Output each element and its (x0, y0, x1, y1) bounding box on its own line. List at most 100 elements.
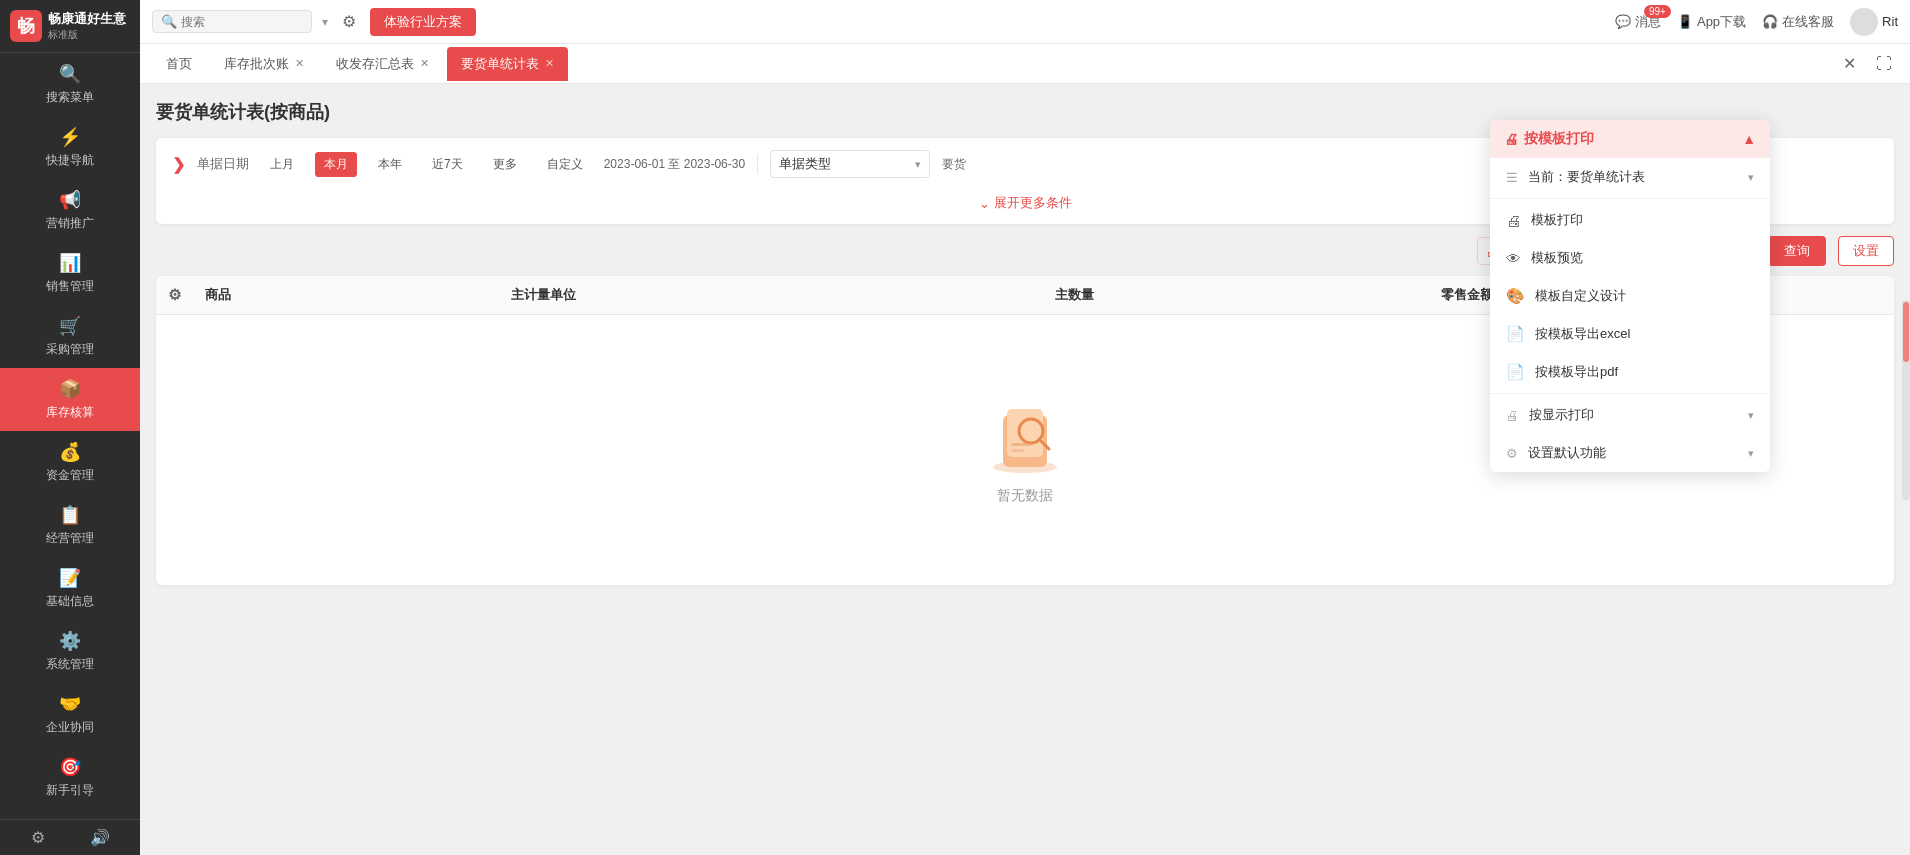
template-export-excel-icon: 📄 (1506, 325, 1525, 343)
basic-icon: 📝 (59, 567, 81, 589)
current-template-item[interactable]: ☰ 当前：要货单统计表 ▾ (1490, 158, 1770, 196)
date-btn-last-7-days[interactable]: 近7天 (423, 152, 472, 177)
date-btn-current-year[interactable]: 本年 (369, 152, 411, 177)
template-preview-item[interactable]: 👁 模板预览 (1490, 239, 1770, 277)
settings-bottom-btn[interactable]: ⚙ (31, 828, 45, 847)
tab-home[interactable]: 首页 (152, 47, 206, 81)
set-default-item[interactable]: ⚙ 设置默认功能 ▾ (1490, 434, 1770, 472)
topbar-right: 💬 消息 99+ 📱 App下载 🎧 在线客服 Rit (1615, 8, 1898, 36)
dropdown-title: 按模板打印 (1524, 130, 1594, 148)
tab-close-order-stats[interactable]: ✕ (545, 57, 554, 70)
dropdown-header-left: 🖨 按模板打印 (1504, 130, 1594, 148)
sidebar-item-operations[interactable]: 📋 经营管理 (0, 494, 140, 557)
right-edge-scrollbar[interactable] (1902, 300, 1910, 500)
sidebar-item-finance[interactable]: 💰 资金管理 (0, 431, 140, 494)
column-settings-icon[interactable]: ⚙ (168, 286, 181, 303)
search-input[interactable] (181, 15, 303, 29)
tab-receipt-summary[interactable]: 收发存汇总表 ✕ (322, 47, 443, 81)
sidebar-item-basic[interactable]: 📝 基础信息 (0, 557, 140, 620)
svg-rect-6 (1011, 449, 1025, 452)
require-goods-label: 要货 (942, 156, 966, 173)
tab-inventory-batch[interactable]: 库存批次账 ✕ (210, 47, 318, 81)
sidebar-item-appstore[interactable]: 🏪 应用中心 (0, 809, 140, 819)
dropdown-sep-2 (1490, 393, 1770, 394)
app-download-label: App下载 (1697, 13, 1746, 31)
template-print-item-label: 模板打印 (1531, 211, 1754, 229)
set-default-chevron-icon: ▾ (1748, 447, 1754, 460)
display-print-item[interactable]: 🖨 按显示打印 ▾ (1490, 396, 1770, 434)
query-btn[interactable]: 查询 (1768, 236, 1826, 266)
order-type-select[interactable]: 单据类型 ▾ (770, 150, 930, 178)
topbar-gear-icon[interactable]: ⚙ (342, 12, 356, 31)
template-design-item[interactable]: 🎨 模板自定义设计 (1490, 277, 1770, 315)
date-btn-custom[interactable]: 自定义 (538, 152, 592, 177)
sidebar-item-marketing[interactable]: 📢 营销推广 (0, 179, 140, 242)
display-print-label: 按显示打印 (1529, 406, 1594, 424)
sidebar-item-guide[interactable]: 🎯 新手引导 (0, 746, 140, 809)
sidebar-scroll: 🔍 搜索菜单 ⚡ 快捷导航 📢 营销推广 📊 销售管理 🛒 采购管理 📦 库存核… (0, 53, 140, 819)
order-type-chevron-icon: ▾ (915, 158, 921, 171)
tab-close-inventory-batch[interactable]: ✕ (295, 57, 304, 70)
sidebar-item-inventory[interactable]: 📦 库存核算 (0, 368, 140, 431)
marketing-icon: 📢 (59, 189, 81, 211)
tab-close-all-btn[interactable]: ✕ (1837, 52, 1862, 75)
topbar: 🔍 ▾ ⚙ 体验行业方案 💬 消息 99+ 📱 App下载 🎧 在线客服 Rit (140, 0, 1910, 44)
order-type-label: 单据类型 (779, 155, 831, 173)
app-icon: 📱 (1677, 14, 1693, 29)
sidebar-item-purchase[interactable]: 🛒 采购管理 (0, 305, 140, 368)
template-export-pdf-item[interactable]: 📄 按模板导出pdf (1490, 353, 1770, 391)
tab-fullscreen-btn[interactable]: ⛶ (1870, 52, 1898, 75)
main-area: 🔍 ▾ ⚙ 体验行业方案 💬 消息 99+ 📱 App下载 🎧 在线客服 Rit (140, 0, 1910, 855)
sidebar-item-collab[interactable]: 🤝 企业协同 (0, 683, 140, 746)
topbar-search[interactable]: 🔍 (152, 10, 312, 33)
tab-receipt-summary-label: 收发存汇总表 (336, 55, 414, 73)
current-template-label: 当前：要货单统计表 (1528, 168, 1645, 186)
tab-order-stats[interactable]: 要货单统计表 ✕ (447, 47, 568, 81)
require-goods-filter: 要货 (942, 156, 966, 173)
template-preview-icon: 👁 (1506, 250, 1521, 267)
expand-conditions-btn[interactable]: ⌄ 展开更多条件 (979, 194, 1072, 212)
dropdown-close-btn[interactable]: ▲ (1742, 132, 1756, 146)
app-download-btn[interactable]: 📱 App下载 (1677, 13, 1746, 31)
user-avatar-btn[interactable]: Rit (1850, 8, 1898, 36)
page-content: 要货单统计表(按商品) ❯ 单据日期 上月 本月 本年 近7天 更多 自定义 2… (140, 84, 1910, 855)
date-btn-more[interactable]: 更多 (484, 152, 526, 177)
th-quantity: 主数量 (1043, 276, 1428, 315)
sidebar-item-label: 资金管理 (46, 467, 94, 484)
th-settings[interactable]: ⚙ (156, 276, 193, 315)
sidebar-logo: 畅 畅康通好生意 标准版 (0, 0, 140, 53)
sidebar-item-search[interactable]: 🔍 搜索菜单 (0, 53, 140, 116)
search-chevron-icon[interactable]: ▾ (322, 15, 328, 29)
display-print-chevron-icon: ▾ (1748, 409, 1754, 422)
brand-edition: 标准版 (48, 28, 126, 41)
tab-close-receipt-summary[interactable]: ✕ (420, 57, 429, 70)
sidebar-item-label: 企业协同 (46, 719, 94, 736)
industry-btn[interactable]: 体验行业方案 (370, 8, 476, 36)
template-export-excel-item[interactable]: 📄 按模板导出excel (1490, 315, 1770, 353)
sound-bottom-btn[interactable]: 🔊 (90, 828, 110, 847)
online-service-btn[interactable]: 🎧 在线客服 (1762, 13, 1834, 31)
quick-nav-icon: ⚡ (59, 126, 81, 148)
filter-expand-icon[interactable]: ❯ (172, 155, 185, 174)
purchase-icon: 🛒 (59, 315, 81, 337)
sidebar-item-label: 新手引导 (46, 782, 94, 799)
sidebar-item-system[interactable]: ⚙️ 系统管理 (0, 620, 140, 683)
sidebar-item-quick-nav[interactable]: ⚡ 快捷导航 (0, 116, 140, 179)
search-icon: 🔍 (59, 63, 81, 85)
date-btn-current-month[interactable]: 本月 (315, 152, 357, 177)
settings-btn[interactable]: 设置 (1838, 236, 1894, 266)
date-btn-prev-month[interactable]: 上月 (261, 152, 303, 177)
sidebar-item-sales[interactable]: 📊 销售管理 (0, 242, 140, 305)
empty-text: 暂无数据 (997, 487, 1053, 505)
messages-btn[interactable]: 💬 消息 99+ (1615, 13, 1661, 31)
message-icon: 💬 (1615, 14, 1631, 29)
template-print-item[interactable]: 🖨 模板打印 (1490, 201, 1770, 239)
guide-icon: 🎯 (59, 756, 81, 778)
sidebar-item-label: 系统管理 (46, 656, 94, 673)
logo-icon: 畅 (10, 10, 42, 42)
search-glass-icon: 🔍 (161, 14, 177, 29)
sidebar-item-label: 快捷导航 (46, 152, 94, 169)
sidebar-item-label: 经营管理 (46, 530, 94, 547)
set-default-icon: ⚙ (1506, 446, 1518, 461)
user-name: Rit (1882, 14, 1898, 29)
